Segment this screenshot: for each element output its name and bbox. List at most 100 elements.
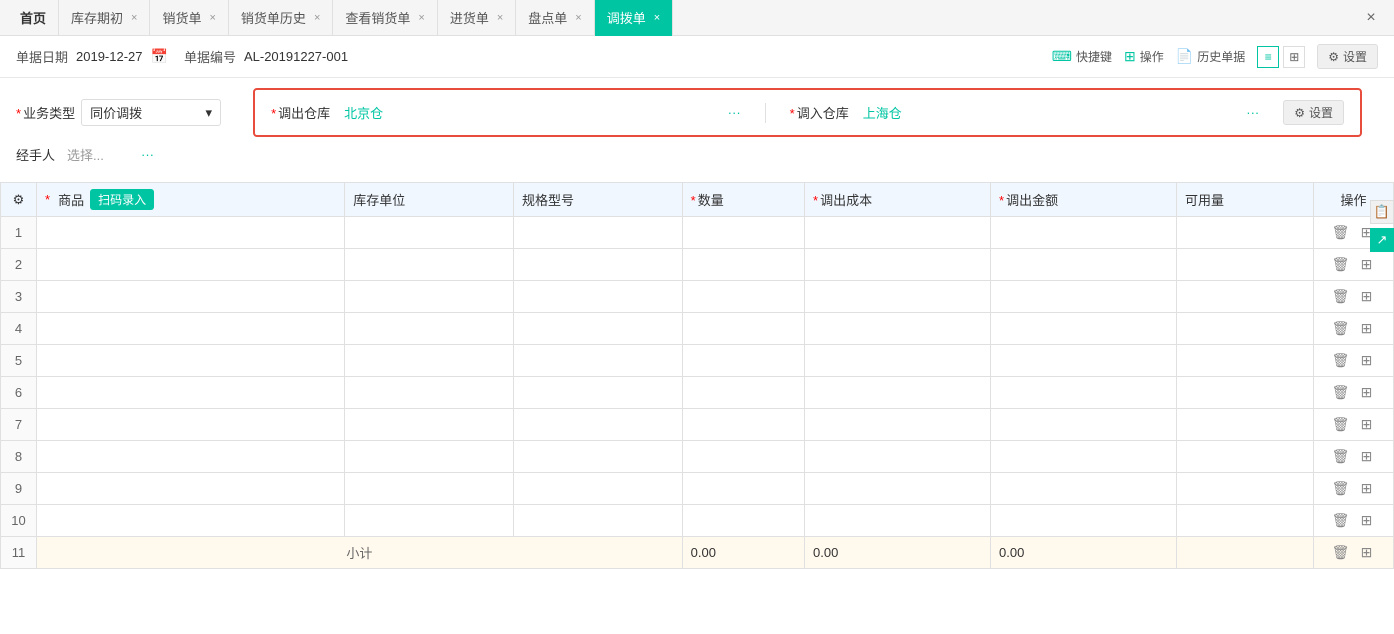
cell-quantity[interactable] — [682, 345, 804, 377]
cell-product[interactable] — [37, 409, 345, 441]
cell-available[interactable] — [1176, 281, 1313, 313]
tab-transfer[interactable]: 调拨单 × — [595, 0, 673, 36]
tab-sale-history-close[interactable]: × — [314, 12, 320, 24]
cell-product[interactable] — [37, 505, 345, 537]
copy-row-icon[interactable]: ⊞ — [1357, 447, 1377, 467]
cell-available[interactable] — [1176, 345, 1313, 377]
copy-row-icon[interactable]: ⊞ — [1357, 511, 1377, 531]
cell-amount[interactable] — [991, 441, 1177, 473]
delete-row-icon[interactable]: 🗑 — [1331, 287, 1351, 307]
operation-btn[interactable]: ⊞ 操作 — [1124, 48, 1164, 65]
tab-inventory-close[interactable]: × — [575, 12, 581, 24]
cell-cost[interactable] — [805, 441, 991, 473]
tab-sale-order[interactable]: 销货单 × — [150, 0, 228, 36]
cell-available[interactable] — [1176, 409, 1313, 441]
cell-available[interactable] — [1176, 441, 1313, 473]
cell-product[interactable] — [37, 313, 345, 345]
copy-icon[interactable]: ⊞ — [1357, 543, 1377, 563]
cell-available[interactable] — [1176, 313, 1313, 345]
layout-list-icon[interactable]: ≡ — [1257, 46, 1279, 68]
copy-row-icon[interactable]: ⊞ — [1357, 255, 1377, 275]
cell-spec[interactable] — [513, 377, 682, 409]
copy-row-icon[interactable]: ⊞ — [1357, 351, 1377, 371]
delete-row-icon[interactable]: 🗑 — [1331, 319, 1351, 339]
layout-grid-icon[interactable]: ⊞ — [1283, 46, 1305, 68]
cell-spec[interactable] — [513, 441, 682, 473]
sidebar-export-icon-btn[interactable]: ↗ — [1370, 228, 1394, 252]
cell-amount[interactable] — [991, 505, 1177, 537]
col-gear[interactable]: ⚙ — [1, 183, 37, 217]
cell-amount[interactable] — [991, 249, 1177, 281]
cell-amount[interactable] — [991, 473, 1177, 505]
delete-icon[interactable]: 🗑 — [1331, 543, 1351, 563]
history-btn[interactable]: 📄 历史单据 — [1176, 48, 1245, 65]
cell-spec[interactable] — [513, 473, 682, 505]
delete-row-icon[interactable]: 🗑 — [1331, 223, 1351, 243]
cell-cost[interactable] — [805, 409, 991, 441]
cell-cost[interactable] — [805, 473, 991, 505]
cell-amount[interactable] — [991, 281, 1177, 313]
cell-unit[interactable] — [345, 249, 514, 281]
handler-placeholder[interactable]: 选择... — [67, 145, 127, 164]
delete-row-icon[interactable]: 🗑 — [1331, 255, 1351, 275]
cell-spec[interactable] — [513, 249, 682, 281]
calendar-icon[interactable]: 📅 — [151, 48, 168, 65]
cell-product[interactable] — [37, 441, 345, 473]
cell-spec[interactable] — [513, 281, 682, 313]
cell-amount[interactable] — [991, 345, 1177, 377]
delete-row-icon[interactable]: 🗑 — [1331, 351, 1351, 371]
copy-row-icon[interactable]: ⊞ — [1357, 415, 1377, 435]
copy-row-icon[interactable]: ⊞ — [1357, 383, 1377, 403]
tab-transfer-close[interactable]: × — [654, 12, 660, 24]
tab-purchase-close[interactable]: × — [497, 12, 503, 24]
cell-cost[interactable] — [805, 505, 991, 537]
cell-product[interactable] — [37, 249, 345, 281]
cell-unit[interactable] — [345, 345, 514, 377]
copy-row-icon[interactable]: ⊞ — [1357, 479, 1377, 499]
tab-stock-init-close[interactable]: × — [131, 12, 137, 24]
tab-purchase[interactable]: 进货单 × — [438, 0, 516, 36]
cell-cost[interactable] — [805, 313, 991, 345]
copy-row-icon[interactable]: ⊞ — [1357, 319, 1377, 339]
delete-row-icon[interactable]: 🗑 — [1331, 415, 1351, 435]
scan-button[interactable]: 扫码录入 — [90, 189, 154, 210]
cell-product[interactable] — [37, 377, 345, 409]
tab-stock-init[interactable]: 库存期初 × — [59, 0, 150, 36]
cell-product[interactable] — [37, 345, 345, 377]
cell-amount[interactable] — [991, 313, 1177, 345]
delete-row-icon[interactable]: 🗑 — [1331, 447, 1351, 467]
cell-quantity[interactable] — [682, 217, 804, 249]
cell-available[interactable] — [1176, 505, 1313, 537]
cell-cost[interactable] — [805, 217, 991, 249]
cell-cost[interactable] — [805, 249, 991, 281]
copy-row-icon[interactable]: ⊞ — [1357, 287, 1377, 307]
shortcut-btn[interactable]: ⌨ 快捷键 — [1052, 48, 1112, 65]
cell-spec[interactable] — [513, 345, 682, 377]
warehouse-out-more-btn[interactable]: ··· — [728, 105, 741, 120]
cell-unit[interactable] — [345, 281, 514, 313]
business-type-select[interactable]: 同价调拨 ▾ — [81, 99, 221, 126]
window-close-button[interactable]: × — [1356, 3, 1386, 33]
cell-quantity[interactable] — [682, 249, 804, 281]
sidebar-doc-icon-btn[interactable]: 📋 — [1370, 200, 1394, 224]
delete-row-icon[interactable]: 🗑 — [1331, 479, 1351, 499]
cell-spec[interactable] — [513, 409, 682, 441]
cell-available[interactable] — [1176, 249, 1313, 281]
cell-quantity[interactable] — [682, 505, 804, 537]
cell-product[interactable] — [37, 217, 345, 249]
tab-view-sale-close[interactable]: × — [418, 12, 424, 24]
cell-quantity[interactable] — [682, 281, 804, 313]
tab-sale-order-close[interactable]: × — [209, 12, 215, 24]
cell-cost[interactable] — [805, 377, 991, 409]
delete-row-icon[interactable]: 🗑 — [1331, 511, 1351, 531]
cell-cost[interactable] — [805, 345, 991, 377]
cell-unit[interactable] — [345, 473, 514, 505]
cell-available[interactable] — [1176, 377, 1313, 409]
cell-amount[interactable] — [991, 377, 1177, 409]
cell-available[interactable] — [1176, 473, 1313, 505]
cell-spec[interactable] — [513, 505, 682, 537]
cell-unit[interactable] — [345, 505, 514, 537]
tab-home[interactable]: 首页 — [8, 0, 59, 36]
cell-spec[interactable] — [513, 313, 682, 345]
handler-more-btn[interactable]: ··· — [141, 147, 154, 162]
